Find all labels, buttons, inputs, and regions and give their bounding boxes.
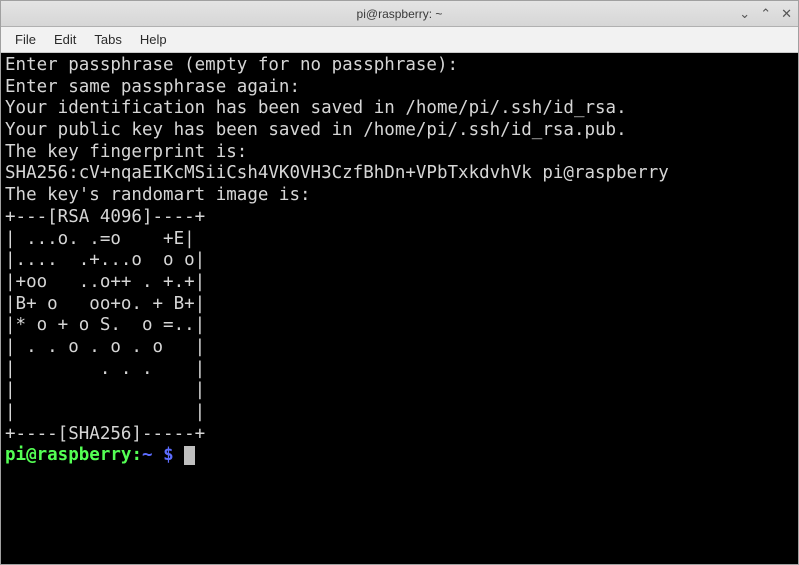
cursor-block [184, 446, 195, 465]
menu-file[interactable]: File [7, 29, 44, 50]
close-icon[interactable]: ✕ [781, 7, 792, 20]
maximize-icon[interactable]: ⌃ [760, 7, 771, 20]
terminal-line: |+oo ..o++ . +.+| [5, 272, 205, 292]
minimize-icon[interactable]: ⌄ [739, 7, 750, 20]
window-controls: ⌄ ⌃ ✕ [739, 1, 792, 26]
prompt-colon: : [131, 445, 142, 465]
menu-tabs[interactable]: Tabs [86, 29, 129, 50]
terminal-line: The key fingerprint is: [5, 142, 247, 162]
prompt-path: ~ [142, 445, 153, 465]
terminal-line: |B+ o oo+o. + B+| [5, 294, 205, 314]
terminal-line: | | [5, 402, 205, 422]
terminal-line: +----[SHA256]-----+ [5, 424, 205, 444]
window-title: pi@raspberry: ~ [1, 7, 798, 21]
prompt-dollar: $ [163, 445, 174, 465]
terminal-line: | . . . | [5, 359, 205, 379]
window-titlebar: pi@raspberry: ~ ⌄ ⌃ ✕ [1, 1, 798, 27]
menu-bar: File Edit Tabs Help [1, 27, 798, 53]
terminal-line: Your public key has been saved in /home/… [5, 120, 627, 140]
terminal-output[interactable]: Enter passphrase (empty for no passphras… [1, 53, 798, 564]
terminal-line: | . . o . o . o | [5, 337, 205, 357]
terminal-line: |* o + o S. o =..| [5, 315, 205, 335]
terminal-line: Your identification has been saved in /h… [5, 98, 627, 118]
terminal-line: +---[RSA 4096]----+ [5, 207, 205, 227]
terminal-line: Enter passphrase (empty for no passphras… [5, 55, 458, 75]
menu-edit[interactable]: Edit [46, 29, 84, 50]
terminal-line: | | [5, 380, 205, 400]
terminal-line: | ...o. .=o +E| [5, 229, 195, 249]
prompt-separator [153, 445, 164, 465]
menu-help[interactable]: Help [132, 29, 175, 50]
terminal-line: SHA256:cV+nqaEIKcMSiiCsh4VK0VH3CzfBhDn+V… [5, 163, 669, 183]
terminal-line: |.... .+...o o o| [5, 250, 205, 270]
terminal-line: Enter same passphrase again: [5, 77, 300, 97]
prompt-user-host: pi@raspberry [5, 445, 131, 465]
terminal-line: The key's randomart image is: [5, 185, 311, 205]
